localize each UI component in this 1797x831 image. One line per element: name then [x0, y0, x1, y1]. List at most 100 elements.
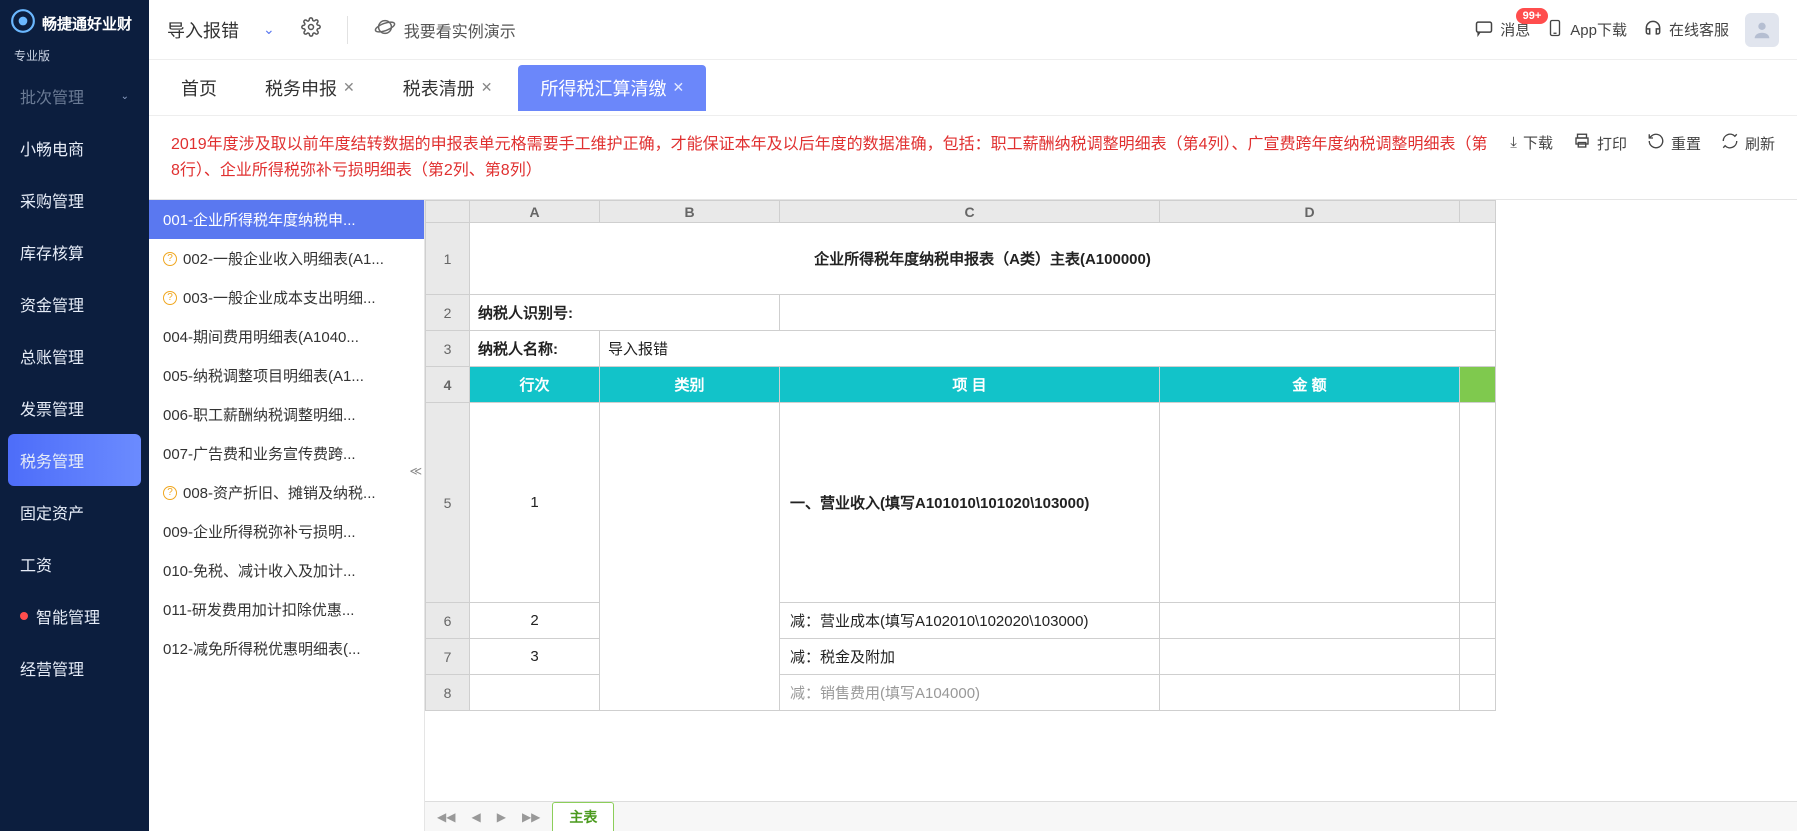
report-item-label: 011-研发费用加计扣除优惠...	[163, 599, 354, 620]
download-button[interactable]: ⤓ 下载	[1510, 132, 1553, 153]
row-header-5[interactable]: 5	[426, 403, 470, 603]
cell-e8[interactable]	[1460, 675, 1496, 711]
sheet-nav-first[interactable]: ◀◀	[433, 810, 459, 824]
cell-c6[interactable]: 减：营业成本(填写A102010\102020\103000)	[780, 603, 1160, 639]
report-item-0[interactable]: 001-企业所得税年度纳税申...	[149, 200, 424, 239]
support-button[interactable]: 在线客服	[1643, 18, 1729, 42]
sidebar-item-3[interactable]: 库存核算	[0, 226, 149, 278]
breadcrumb-dropdown[interactable]: ⌄	[263, 21, 275, 38]
tab-1[interactable]: 税务申报✕	[243, 65, 377, 111]
cell-b5[interactable]	[600, 403, 780, 711]
cell-a7[interactable]: 3	[470, 639, 600, 675]
taxpayer-name-label[interactable]: 纳税人名称:	[470, 331, 600, 367]
row-header-1[interactable]: 1	[426, 223, 470, 295]
close-icon[interactable]: ✕	[343, 79, 355, 96]
refresh-button[interactable]: 刷新	[1721, 132, 1775, 154]
header-seq[interactable]: 行次	[470, 367, 600, 403]
row-header-3[interactable]: 3	[426, 331, 470, 367]
report-item-7[interactable]: ?008-资产折旧、摊销及纳税...	[149, 473, 424, 512]
report-item-11[interactable]: 012-减免所得税优惠明细表(...	[149, 629, 424, 668]
tab-2[interactable]: 税表清册✕	[381, 65, 515, 111]
close-icon[interactable]: ✕	[672, 79, 684, 96]
collapse-handle[interactable]: ≪	[407, 460, 424, 482]
sidebar-item-11[interactable]: 经营管理	[0, 642, 149, 694]
message-button[interactable]: 消息 99+	[1474, 18, 1530, 42]
sheet-tab-main[interactable]: 主表	[552, 802, 614, 831]
sidebar-item-2[interactable]: 采购管理	[0, 174, 149, 226]
row-header-2[interactable]: 2	[426, 295, 470, 331]
grid-corner[interactable]	[426, 201, 470, 223]
tab-0[interactable]: 首页	[159, 65, 239, 111]
sheet-h-scrollbar[interactable]	[1489, 810, 1789, 824]
taxpayer-id-label[interactable]: 纳税人识别号:	[470, 295, 780, 331]
demo-link[interactable]: 我要看实例演示	[374, 16, 516, 43]
report-item-2[interactable]: ?003-一般企业成本支出明细...	[149, 278, 424, 317]
taxpayer-name-value[interactable]: 导入报错	[600, 331, 1496, 367]
sidebar-item-1[interactable]: 小畅电商	[0, 122, 149, 174]
header-end[interactable]	[1460, 367, 1496, 403]
cell-c5[interactable]: 一、营业收入(填写A101010\101020\103000)	[780, 403, 1160, 603]
reset-button[interactable]: 重置	[1647, 132, 1701, 154]
sheet-nav-last[interactable]: ▶▶	[518, 810, 544, 824]
cell-a8[interactable]	[470, 675, 600, 711]
col-header-c[interactable]: C	[780, 201, 1160, 223]
header-cat[interactable]: 类别	[600, 367, 780, 403]
taxpayer-id-value[interactable]	[780, 295, 1496, 331]
cell-d7[interactable]	[1160, 639, 1460, 675]
cell-d5[interactable]	[1160, 403, 1460, 603]
sidebar-item-label: 经营管理	[20, 656, 84, 680]
sidebar-item-5[interactable]: 总账管理	[0, 330, 149, 382]
col-header-a[interactable]: A	[470, 201, 600, 223]
sheet-title[interactable]: 企业所得税年度纳税申报表（A类）主表(A100000)	[470, 223, 1496, 295]
sheet-scroll[interactable]: A B C D 1 企业所得税年度纳税申报表（A类）主表(A100000) 2	[425, 200, 1797, 801]
sidebar-item-label: 固定资产	[20, 500, 84, 524]
sidebar-item-4[interactable]: 资金管理	[0, 278, 149, 330]
cell-a6[interactable]: 2	[470, 603, 600, 639]
sidebar-item-9[interactable]: 工资	[0, 538, 149, 590]
close-icon[interactable]: ✕	[481, 79, 493, 96]
sidebar-item-label: 小畅电商	[20, 136, 84, 160]
report-item-9[interactable]: 010-免税、减计收入及加计...	[149, 551, 424, 590]
header-item[interactable]: 项 目	[780, 367, 1160, 403]
sidebar-item-10[interactable]: 智能管理	[0, 590, 149, 642]
report-item-6[interactable]: 007-广告费和业务宣传费跨...	[149, 434, 424, 473]
support-label: 在线客服	[1669, 19, 1729, 40]
report-item-8[interactable]: 009-企业所得税弥补亏损明...	[149, 512, 424, 551]
cell-d6[interactable]	[1160, 603, 1460, 639]
sheet-nav-next[interactable]: ▶	[493, 810, 510, 824]
col-header-end[interactable]	[1460, 201, 1496, 223]
cell-e6[interactable]	[1460, 603, 1496, 639]
app-download-button[interactable]: App下载	[1546, 18, 1627, 42]
row-header-6[interactable]: 6	[426, 603, 470, 639]
header-amount[interactable]: 金 额	[1160, 367, 1460, 403]
tab-3[interactable]: 所得税汇算清缴✕	[518, 65, 706, 111]
cell-d8[interactable]	[1160, 675, 1460, 711]
cell-e5[interactable]	[1460, 403, 1496, 603]
avatar[interactable]	[1745, 13, 1779, 47]
sheet-nav-prev[interactable]: ◀	[467, 810, 484, 824]
cell-c8[interactable]: 减：销售费用(填写A104000)	[780, 675, 1160, 711]
row-header-8[interactable]: 8	[426, 675, 470, 711]
report-item-1[interactable]: ?002-一般企业收入明细表(A1...	[149, 239, 424, 278]
sidebar-item-0[interactable]: 批次管理⌄	[0, 70, 149, 122]
sidebar-item-8[interactable]: 固定资产	[0, 486, 149, 538]
row-header-4[interactable]: 4	[426, 367, 470, 403]
col-header-b[interactable]: B	[600, 201, 780, 223]
sidebar: 畅捷通好业财 专业版 批次管理⌄小畅电商采购管理库存核算资金管理总账管理发票管理…	[0, 0, 149, 831]
sidebar-item-6[interactable]: 发票管理	[0, 382, 149, 434]
report-item-4[interactable]: 005-纳税调整项目明细表(A1...	[149, 356, 424, 395]
cell-e7[interactable]	[1460, 639, 1496, 675]
report-item-10[interactable]: 011-研发费用加计扣除优惠...	[149, 590, 424, 629]
report-item-3[interactable]: 004-期间费用明细表(A1040...	[149, 317, 424, 356]
sidebar-item-7[interactable]: 税务管理	[8, 434, 141, 486]
cell-a5[interactable]: 1	[470, 403, 600, 603]
print-button[interactable]: 打印	[1573, 132, 1627, 154]
report-item-label: 008-资产折旧、摊销及纳税...	[183, 482, 376, 503]
report-item-5[interactable]: 006-职工薪酬纳税调整明细...	[149, 395, 424, 434]
cell-c7[interactable]: 减：税金及附加	[780, 639, 1160, 675]
gear-icon[interactable]	[291, 17, 321, 42]
sidebar-item-label: 资金管理	[20, 292, 84, 316]
report-item-label: 010-免税、减计收入及加计...	[163, 560, 356, 581]
row-header-7[interactable]: 7	[426, 639, 470, 675]
col-header-d[interactable]: D	[1160, 201, 1460, 223]
